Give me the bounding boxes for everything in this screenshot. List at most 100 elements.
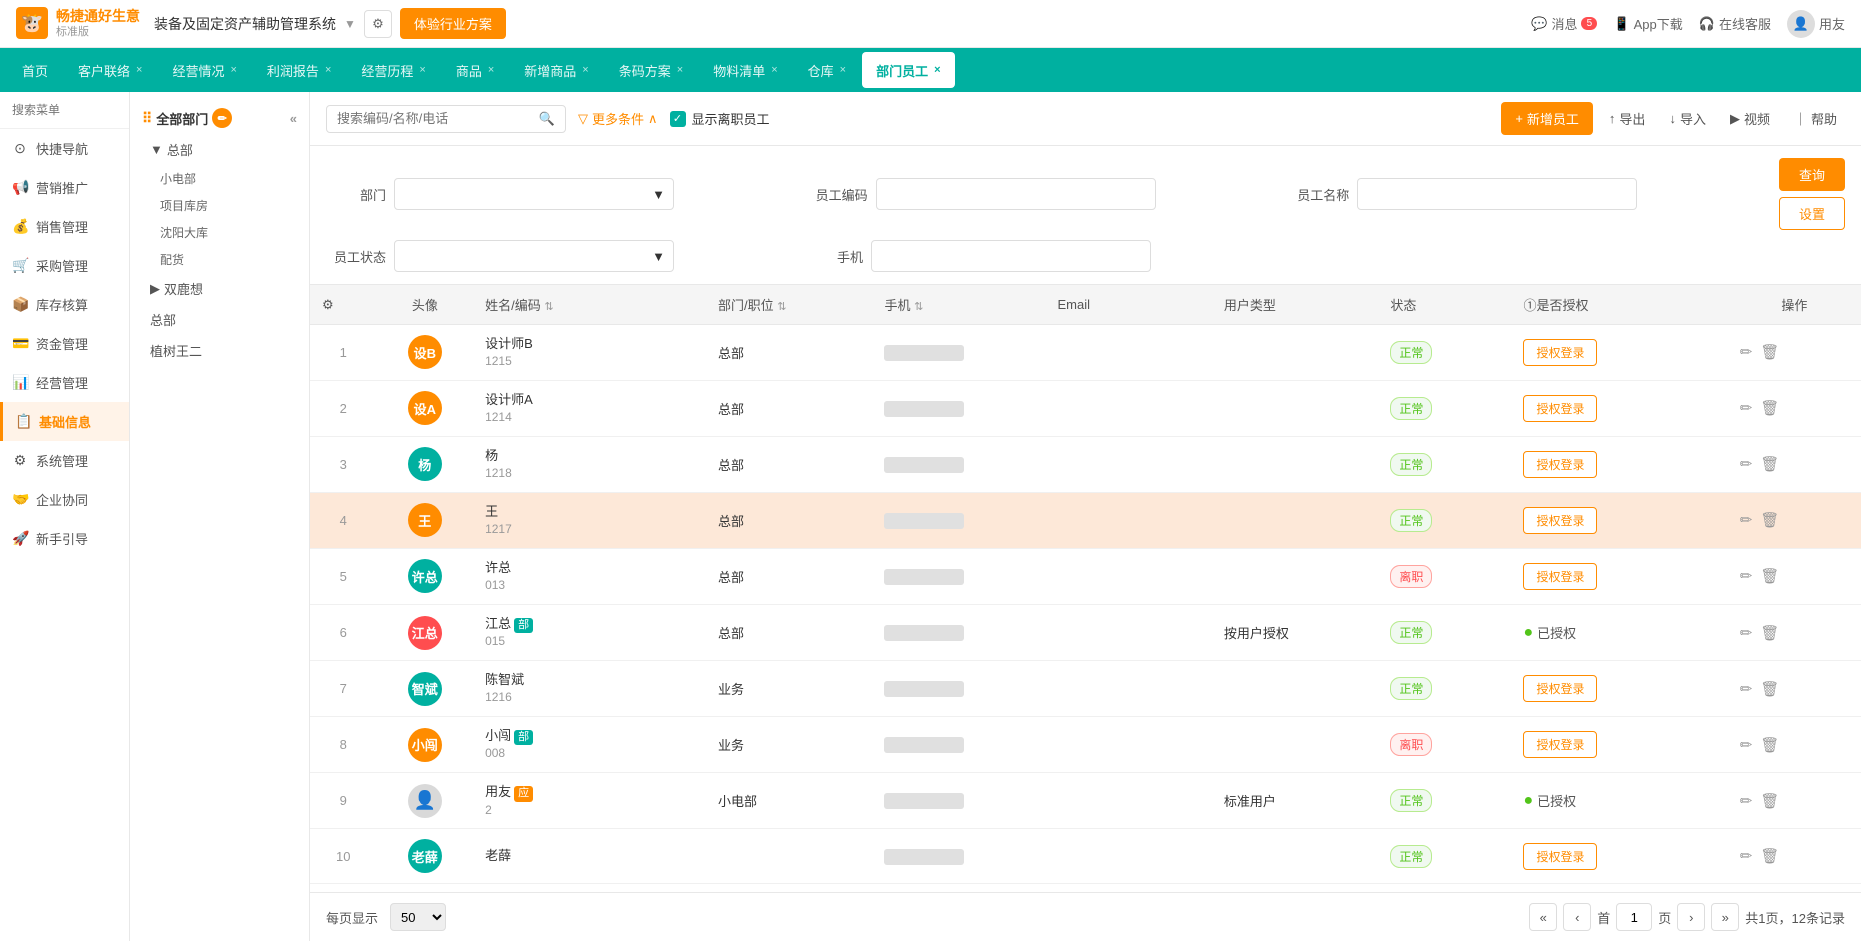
edit-icon[interactable]: ✏ xyxy=(1740,455,1753,473)
auth-login-btn[interactable]: 授权登录 xyxy=(1523,675,1597,702)
sidebar-search-input[interactable] xyxy=(12,103,130,117)
last-page-btn[interactable]: » xyxy=(1711,903,1739,931)
export-btn[interactable]: ↑ 导出 xyxy=(1601,103,1654,134)
tab-goods[interactable]: 商品 × xyxy=(442,52,508,88)
tab-staff-close[interactable]: × xyxy=(934,64,940,76)
app-download-item[interactable]: 📱 App下载 xyxy=(1613,14,1682,33)
emp-code-input[interactable] xyxy=(876,178,1156,210)
tab-customer-close[interactable]: × xyxy=(136,64,142,76)
delete-icon[interactable]: 🗑 xyxy=(1760,680,1779,698)
sidebar-item-purchase[interactable]: 🛒 采购管理 xyxy=(0,246,129,285)
col-dept-sort[interactable]: ⇅ xyxy=(777,301,786,313)
tab-profit-close[interactable]: × xyxy=(325,64,331,76)
edit-icon[interactable]: ✏ xyxy=(1740,736,1753,754)
tab-staff[interactable]: 部门员工 × xyxy=(862,52,954,88)
tab-warehouse[interactable]: 仓库 × xyxy=(794,52,860,88)
tab-home[interactable]: 首页 xyxy=(8,52,62,88)
sidebar-item-marketing[interactable]: 📢 营销推广 xyxy=(0,168,129,207)
trial-button[interactable]: 体验行业方案 xyxy=(400,8,506,39)
show-resigned-checkbox[interactable]: ✓ xyxy=(670,111,686,127)
emp-name-input[interactable] xyxy=(1357,178,1637,210)
delete-icon[interactable]: 🗑 xyxy=(1760,624,1779,642)
tab-profit[interactable]: 利润报告 × xyxy=(253,52,345,88)
dept-sub-project[interactable]: 项目库房 xyxy=(130,192,309,219)
view-btn[interactable]: ▶ 视频 xyxy=(1722,103,1778,134)
dept-node-headquarters[interactable]: ▼ 总部 xyxy=(130,134,309,165)
sidebar-item-finance[interactable]: 💳 资金管理 xyxy=(0,324,129,363)
auth-login-btn[interactable]: 授权登录 xyxy=(1523,507,1597,534)
sidebar-item-guide[interactable]: 🚀 新手引导 xyxy=(0,519,129,558)
page-size-select[interactable]: 50 100 200 xyxy=(390,903,446,931)
sidebar-item-system[interactable]: ⚙ 系统管理 xyxy=(0,441,129,480)
tab-bom-close[interactable]: × xyxy=(771,64,777,76)
tab-customer[interactable]: 客户联络 × xyxy=(64,52,156,88)
col-phone-sort[interactable]: ⇅ xyxy=(914,301,923,313)
prev-page-btn[interactable]: ‹ xyxy=(1563,903,1591,931)
edit-icon[interactable]: ✏ xyxy=(1740,399,1753,417)
delete-icon[interactable]: 🗑 xyxy=(1760,511,1779,529)
auth-login-btn[interactable]: 授权登录 xyxy=(1523,395,1597,422)
import-btn[interactable]: ↓ 导入 xyxy=(1661,103,1714,134)
tab-operation[interactable]: 经营情况 × xyxy=(158,52,250,88)
search-input[interactable] xyxy=(337,111,533,126)
more-filter-btn[interactable]: ▽ 更多条件 ∧ xyxy=(578,109,658,128)
tab-goods-close[interactable]: × xyxy=(488,64,494,76)
emp-status-select[interactable]: ▼ xyxy=(394,240,674,272)
edit-icon[interactable]: ✏ xyxy=(1740,847,1753,865)
sidebar-item-collab[interactable]: 🤝 企业协同 xyxy=(0,480,129,519)
next-page-btn[interactable]: › xyxy=(1677,903,1705,931)
delete-icon[interactable]: 🗑 xyxy=(1760,399,1779,417)
tab-bom[interactable]: 物料清单 × xyxy=(699,52,791,88)
first-page-btn[interactable]: « xyxy=(1529,903,1557,931)
auth-login-btn[interactable]: 授权登录 xyxy=(1523,563,1597,590)
delete-icon[interactable]: 🗑 xyxy=(1760,847,1779,865)
dept-node-hq2[interactable]: 总部 xyxy=(130,304,309,335)
delete-icon[interactable]: 🗑 xyxy=(1760,792,1779,810)
tab-history[interactable]: 经营历程 × xyxy=(347,52,439,88)
delete-icon[interactable]: 🗑 xyxy=(1760,343,1779,361)
edit-icon[interactable]: ✏ xyxy=(1740,792,1753,810)
dept-sub-delivery[interactable]: 配货 xyxy=(130,246,309,273)
dept-node-shuangluxiang[interactable]: ▶ 双鹿想 xyxy=(130,273,309,304)
dept-select[interactable]: ▼ xyxy=(394,178,674,210)
tab-barcode-close[interactable]: × xyxy=(677,64,683,76)
tab-add-goods[interactable]: 新增商品 × xyxy=(510,52,602,88)
dept-add-btn[interactable]: ✏ xyxy=(212,108,232,128)
message-item[interactable]: 💬 消息 5 xyxy=(1531,14,1597,33)
help-btn[interactable]: ｜ 帮助 xyxy=(1786,103,1845,134)
edit-icon[interactable]: ✏ xyxy=(1740,624,1753,642)
dept-sub-electronics[interactable]: 小电部 xyxy=(130,165,309,192)
auth-login-btn[interactable]: 授权登录 xyxy=(1523,731,1597,758)
edit-icon[interactable]: ✏ xyxy=(1740,511,1753,529)
page-input[interactable] xyxy=(1616,903,1652,931)
gear-button[interactable]: ⚙ xyxy=(364,10,392,38)
edit-icon[interactable]: ✏ xyxy=(1740,567,1753,585)
online-service-item[interactable]: 🎧 在线客服 xyxy=(1699,14,1771,33)
dept-collapse-btn[interactable]: « xyxy=(290,111,297,126)
tab-add-goods-close[interactable]: × xyxy=(582,64,588,76)
delete-icon[interactable]: 🗑 xyxy=(1760,736,1779,754)
dept-node-zhishu[interactable]: 植树王二 xyxy=(130,335,309,366)
show-resigned-toggle[interactable]: ✓ 显示离职员工 xyxy=(670,109,770,128)
edit-icon[interactable]: ✏ xyxy=(1740,343,1753,361)
tab-operation-close[interactable]: × xyxy=(230,64,236,76)
setting-btn[interactable]: 设置 xyxy=(1779,197,1845,230)
delete-icon[interactable]: 🗑 xyxy=(1760,567,1779,585)
sidebar-item-management[interactable]: 📊 经营管理 xyxy=(0,363,129,402)
sidebar-item-sales[interactable]: 💰 销售管理 xyxy=(0,207,129,246)
dept-sub-shenyang[interactable]: 沈阳大库 xyxy=(130,219,309,246)
tab-warehouse-close[interactable]: × xyxy=(840,64,846,76)
system-dropdown-arrow[interactable]: ▼ xyxy=(344,17,356,31)
sidebar-item-inventory[interactable]: 📦 库存核算 xyxy=(0,285,129,324)
delete-icon[interactable]: 🗑 xyxy=(1760,455,1779,473)
auth-login-btn[interactable]: 授权登录 xyxy=(1523,843,1597,870)
col-name-sort[interactable]: ⇅ xyxy=(544,301,553,313)
phone-input[interactable] xyxy=(871,240,1151,272)
auth-login-btn[interactable]: 授权登录 xyxy=(1523,339,1597,366)
tab-history-close[interactable]: × xyxy=(419,64,425,76)
user-area[interactable]: 👤 用友 xyxy=(1787,10,1845,38)
tab-barcode[interactable]: 条码方案 × xyxy=(605,52,697,88)
sidebar-item-quicknav[interactable]: ⊙ 快捷导航 xyxy=(0,129,129,168)
query-btn[interactable]: 查询 xyxy=(1779,158,1845,191)
add-staff-btn[interactable]: + 新增员工 xyxy=(1501,102,1593,135)
